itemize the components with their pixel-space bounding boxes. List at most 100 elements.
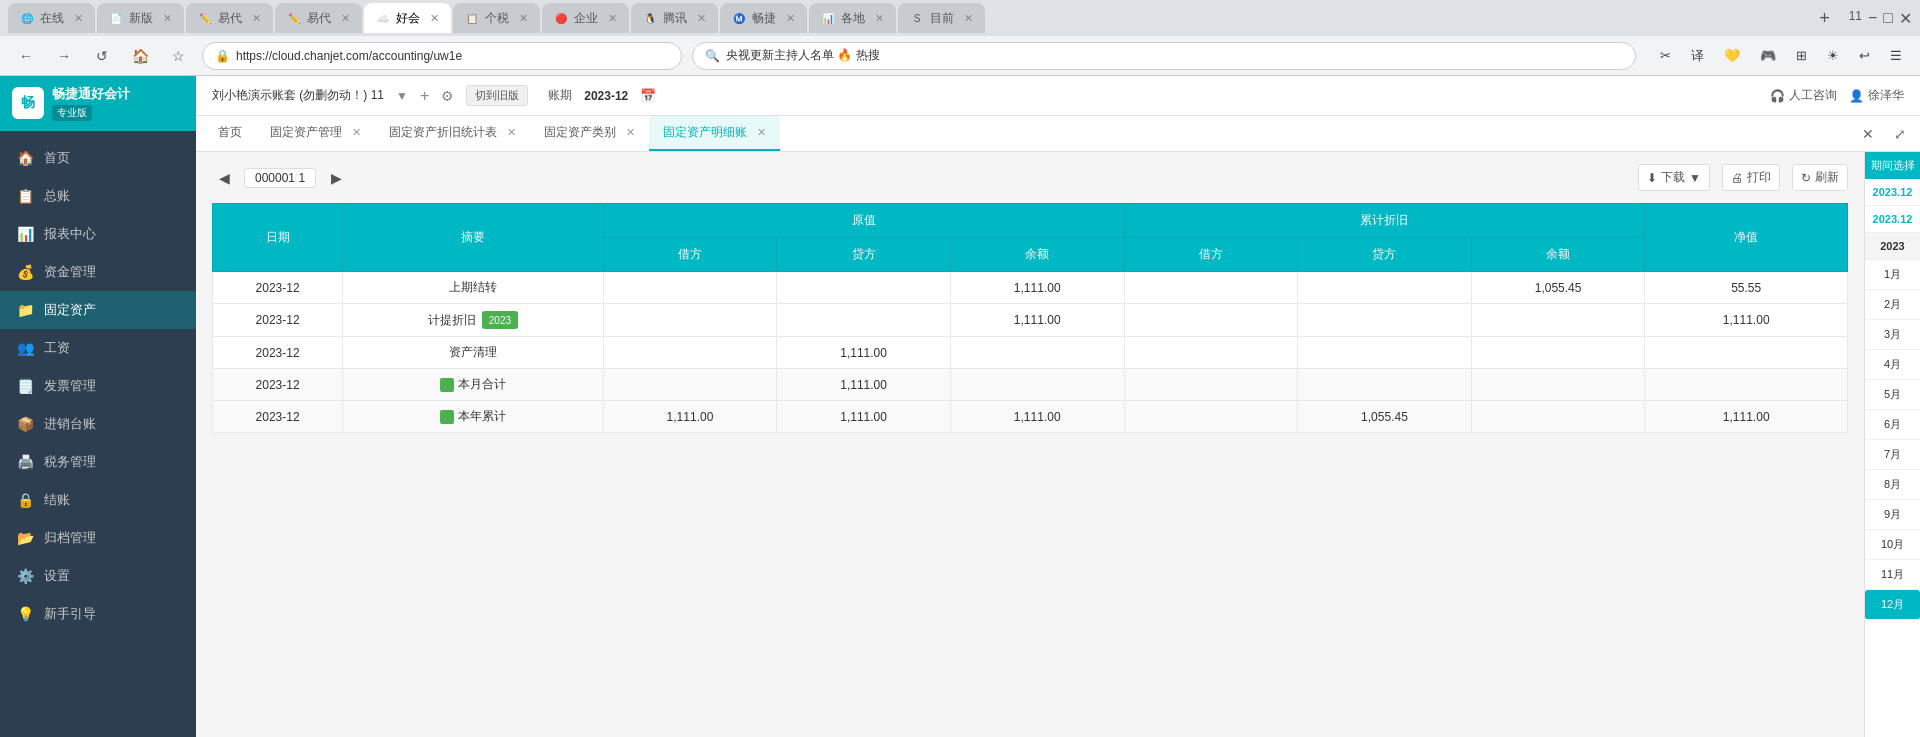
tab-area-maximize[interactable]: ⤢ [1888,122,1912,146]
add-account-btn[interactable]: + [420,87,429,105]
browser-minimize[interactable]: − [1868,9,1877,28]
period-month-10[interactable]: 10月 [1865,530,1920,560]
service-button[interactable]: 🎧 人工咨询 [1770,87,1837,104]
url-input[interactable]: 🔒 https://cloud.chanjet.com/accounting/u… [202,42,682,70]
period-month-6[interactable]: 6月 [1865,410,1920,440]
page-tab-0[interactable]: 首页 [204,116,256,151]
grid-icon[interactable]: ⊞ [1790,46,1813,65]
dropdown-arrow[interactable]: ▼ [396,89,408,103]
period-month-1[interactable]: 1月 [1865,260,1920,290]
page-tab-close-3[interactable]: ✕ [626,126,635,139]
game-icon[interactable]: 🎮 [1754,46,1782,65]
browser-tab-8[interactable]: Ⓜ️畅捷✕ [720,3,807,33]
tab-close-9[interactable]: ✕ [875,12,884,25]
sidebar-item-进销台账[interactable]: 📦进销台账 [0,405,196,443]
page-tab-4[interactable]: 固定资产明细账✕ [649,116,780,151]
sidebar-item-固定资产[interactable]: 📁固定资产 [0,291,196,329]
page-tab-3[interactable]: 固定资产类别✕ [530,116,649,151]
next-page-button[interactable]: ▶ [324,166,348,190]
bookmark-button[interactable]: ☆ [164,42,192,70]
sidebar-item-总账[interactable]: 📋总账 [0,177,196,215]
browser-tab-6[interactable]: 🔴企业✕ [542,3,629,33]
period-month-9[interactable]: 9月 [1865,500,1920,530]
browser-tab-3[interactable]: ✏️易代✕ [275,3,362,33]
brightness-icon[interactable]: ☀ [1821,46,1845,65]
browser-close[interactable]: ✕ [1899,9,1912,28]
cell-summary: 计提折旧2023 [343,304,603,337]
tab-close-0[interactable]: ✕ [74,12,83,25]
browser-tab-5[interactable]: 📋个税✕ [453,3,540,33]
calendar-icon[interactable]: 📅 [640,88,656,103]
undo-icon[interactable]: ↩ [1853,46,1876,65]
period-month-8[interactable]: 8月 [1865,470,1920,500]
period-month-11[interactable]: 11月 [1865,560,1920,590]
print-button[interactable]: 🖨 打印 [1722,164,1780,191]
app-edition: 专业版 [52,105,92,121]
period-selected-top[interactable]: 2023.12 [1865,179,1920,206]
browser-restore[interactable]: □ [1883,9,1893,28]
tab-close-3[interactable]: ✕ [341,12,350,25]
tab-close-2[interactable]: ✕ [252,12,261,25]
version-switch-button[interactable]: 切到旧版 [466,85,528,106]
headset-icon: 🎧 [1770,89,1785,103]
user-profile[interactable]: 👤 徐泽华 [1849,87,1904,104]
page-indicator[interactable]: 000001 1 [244,168,316,188]
sidebar-item-报表中心[interactable]: 📊报表中心 [0,215,196,253]
refresh-button[interactable]: ↺ [88,42,116,70]
sidebar-item-新手引导[interactable]: 💡新手引导 [0,595,196,633]
wallet-icon[interactable]: 💛 [1718,46,1746,65]
back-button[interactable]: ← [12,42,40,70]
tab-close-1[interactable]: ✕ [163,12,172,25]
browser-tab-0[interactable]: 🌐在线✕ [8,3,95,33]
browser-tab-1[interactable]: 📄新版✕ [97,3,184,33]
period-selected-bottom[interactable]: 2023.12 [1865,206,1920,233]
period-month-2[interactable]: 2月 [1865,290,1920,320]
download-button[interactable]: ⬇ 下载 ▼ [1638,164,1710,191]
forward-button[interactable]: → [50,42,78,70]
prev-page-button[interactable]: ◀ [212,166,236,190]
tab-area-close[interactable]: ✕ [1856,122,1880,146]
sidebar-item-首页[interactable]: 🏠首页 [0,139,196,177]
tab-close-5[interactable]: ✕ [519,12,528,25]
sidebar-item-税务管理[interactable]: 🖨️税务管理 [0,443,196,481]
settings-icon[interactable]: ⚙ [441,88,454,104]
sidebar-item-结账[interactable]: 🔒结账 [0,481,196,519]
translate-icon[interactable]: 译 [1685,45,1710,67]
period-month-5[interactable]: 5月 [1865,380,1920,410]
scissors-icon[interactable]: ✂ [1654,46,1677,65]
page-tab-close-4[interactable]: ✕ [757,126,766,139]
period-month-3[interactable]: 3月 [1865,320,1920,350]
tab-close-8[interactable]: ✕ [786,12,795,25]
search-input[interactable]: 🔍 央视更新主持人名单 🔥 热搜 [692,42,1636,70]
sidebar-item-设置[interactable]: ⚙️设置 [0,557,196,595]
tab-close-10[interactable]: ✕ [964,12,973,25]
page-tab-close-1[interactable]: ✕ [352,126,361,139]
browser-tab-9[interactable]: 📊各地✕ [809,3,896,33]
browser-tab-4[interactable]: ☁️好会✕ [364,3,451,33]
period-month-4[interactable]: 4月 [1865,350,1920,380]
period-month-12[interactable]: 12月 [1865,590,1920,620]
page-tab-1[interactable]: 固定资产管理✕ [256,116,375,151]
home-button[interactable]: 🏠 [126,42,154,70]
menu-icon[interactable]: ☰ [1884,46,1908,65]
cell-orig-debit [603,369,777,401]
sidebar-item-发票管理[interactable]: 🗒️发票管理 [0,367,196,405]
cell-acc-balance: 1,055.45 [1471,272,1645,304]
cell-orig-debit [603,337,777,369]
tab-close-6[interactable]: ✕ [608,12,617,25]
browser-tab-10[interactable]: S目前✕ [898,3,985,33]
page-tab-2[interactable]: 固定资产折旧统计表✕ [375,116,530,151]
period-year[interactable]: 2023 [1865,233,1920,260]
dropdown-icon: ▼ [1689,171,1701,185]
browser-tab-7[interactable]: 🐧腾讯✕ [631,3,718,33]
period-month-7[interactable]: 7月 [1865,440,1920,470]
tab-close-4[interactable]: ✕ [430,12,439,25]
sidebar-item-资金管理[interactable]: 💰资金管理 [0,253,196,291]
tab-close-7[interactable]: ✕ [697,12,706,25]
new-tab-button[interactable]: + [1811,4,1839,32]
sidebar-item-归档管理[interactable]: 📂归档管理 [0,519,196,557]
browser-tab-2[interactable]: ✏️易代✕ [186,3,273,33]
page-tab-close-2[interactable]: ✕ [507,126,516,139]
sidebar-item-工资[interactable]: 👥工资 [0,329,196,367]
refresh-data-button[interactable]: ↻ 刷新 [1792,164,1848,191]
